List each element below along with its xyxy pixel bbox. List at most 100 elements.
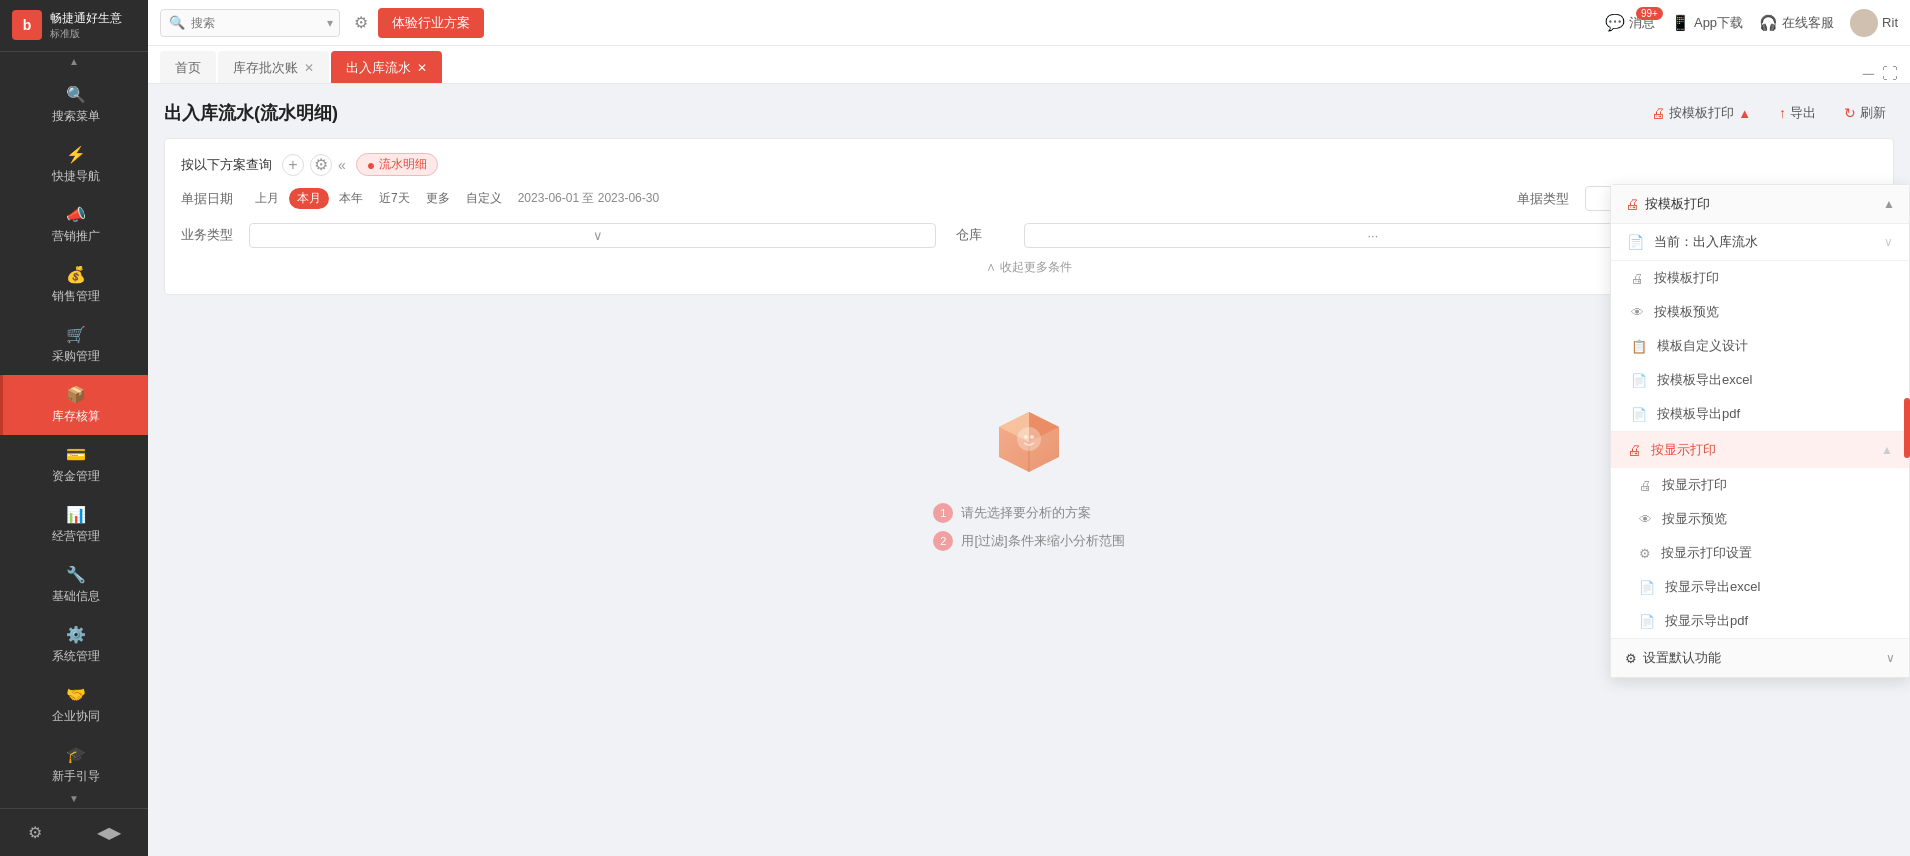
template-preview-label: 按模板预览 [1654, 303, 1719, 321]
online-service-label: 在线客服 [1782, 14, 1834, 32]
dropdown-template-excel[interactable]: 📄 按模板导出excel [1611, 363, 1909, 397]
topbar-gear-icon[interactable]: ⚙ [354, 13, 368, 32]
date-btn-last-month[interactable]: 上月 [249, 188, 285, 209]
sidebar-item-purchase[interactable]: 🛒 采购管理 [0, 315, 148, 375]
display-print-icon: 🖨 [1639, 478, 1652, 493]
sidebar-item-quick-nav[interactable]: ⚡ 快捷导航 [0, 135, 148, 195]
user-profile-button[interactable]: Rit [1850, 9, 1898, 37]
finance-icon: 💳 [66, 445, 86, 464]
date-btn-custom[interactable]: 自定义 [460, 188, 508, 209]
sidebar-item-inventory[interactable]: 📦 库存核算 [0, 375, 148, 435]
tab-expand-icon[interactable]: ⛶ [1882, 65, 1898, 83]
empty-tip-2: 2 用[过滤]条件来缩小分析范围 [933, 531, 1124, 551]
sidebar-item-basic[interactable]: 🔧 基础信息 [0, 555, 148, 615]
tabs-controls: ─ ⛶ [1863, 65, 1898, 83]
sidebar-item-search[interactable]: 🔍 搜索菜单 [0, 75, 148, 135]
template-print-icon: 🖨 [1631, 271, 1644, 286]
display-settings-label: 按显示打印设置 [1661, 544, 1752, 562]
dropdown-display-print-settings[interactable]: ⚙ 按显示打印设置 [1619, 536, 1909, 570]
warehouse-select[interactable]: ··· [1024, 223, 1711, 248]
topbar-right: 💬 消息 99+ 📱 App下载 🎧 在线客服 Rit [1605, 9, 1898, 37]
current-item-label: 当前：出入库流水 [1654, 233, 1758, 251]
sidebar-item-sales[interactable]: 💰 销售管理 [0, 255, 148, 315]
display-excel-label: 按显示导出excel [1665, 578, 1760, 596]
template-excel-label: 按模板导出excel [1657, 371, 1752, 389]
refresh-button[interactable]: ↻ 刷新 [1836, 100, 1894, 126]
template-custom-label: 模板自定义设计 [1657, 337, 1748, 355]
svg-point-4 [1017, 427, 1041, 451]
search-input[interactable] [191, 16, 321, 30]
filter-collapse-icon[interactable]: « [338, 157, 346, 173]
tab-batch-account[interactable]: 库存批次账 ✕ [218, 51, 329, 83]
business-type-select[interactable]: ∨ [249, 223, 936, 248]
print-template-button[interactable]: 🖨 按模板打印 ▲ [1643, 100, 1759, 126]
warehouse-label: 仓库 [956, 226, 1016, 244]
dropdown-display-print[interactable]: 🖨 按显示打印 [1619, 468, 1909, 502]
online-service-button[interactable]: 🎧 在线客服 [1759, 14, 1834, 32]
topbar-search-box[interactable]: 🔍 ▾ [160, 9, 340, 37]
filter-title: 按以下方案查询 [181, 156, 272, 174]
sidebar-collapse-button[interactable]: ◀▶ [93, 819, 125, 846]
export-label: 导出 [1790, 104, 1816, 122]
settings-icon: ⚙ [314, 155, 328, 174]
sidebar-item-label: 系统管理 [52, 648, 100, 665]
tab-home[interactable]: 首页 [160, 51, 216, 83]
page-title-bar: 出入库流水(流水明细) 🖨 按模板打印 ▲ ↑ 导出 ↻ 刷新 [164, 100, 1894, 126]
sidebar-item-operations[interactable]: 📊 经营管理 [0, 495, 148, 555]
date-filter-field: 单据日期 上月 本月 本年 近7天 更多 自定义 2023-06-01 至 20… [181, 188, 1497, 209]
export-button[interactable]: ↑ 导出 [1771, 100, 1824, 126]
filter-tag-label: 流水明细 [379, 156, 427, 173]
sidebar-item-label: 采购管理 [52, 348, 100, 365]
message-badge: 99+ [1636, 7, 1663, 20]
sidebar-item-marketing[interactable]: 📣 营销推广 [0, 195, 148, 255]
sidebar-item-system[interactable]: ⚙️ 系统管理 [0, 615, 148, 675]
tab-flow-close[interactable]: ✕ [417, 61, 427, 75]
sidebar-settings-button[interactable]: ⚙ [24, 819, 46, 846]
date-btn-this-month[interactable]: 本月 [289, 188, 329, 209]
dropdown-template-print[interactable]: 🖨 按模板打印 [1611, 261, 1909, 295]
tab-batch-account-close[interactable]: ✕ [304, 61, 314, 75]
business-type-label: 业务类型 [181, 226, 241, 244]
dropdown-current-item[interactable]: 📄 当前：出入库流水 ∨ [1611, 224, 1909, 260]
dropdown-display-excel[interactable]: 📄 按显示导出excel [1619, 570, 1909, 604]
app-download-label: App下载 [1694, 14, 1743, 32]
search-dropdown-arrow[interactable]: ▾ [327, 16, 333, 30]
dropdown-display-preview[interactable]: 👁 按显示预览 [1619, 502, 1909, 536]
sidebar-item-enterprise[interactable]: 🤝 企业协同 [0, 675, 148, 735]
page-title: 出入库流水(流水明细) [164, 101, 338, 125]
sidebar-item-guide[interactable]: 🎓 新手引导 [0, 735, 148, 789]
guide-icon: 🎓 [66, 745, 86, 764]
sidebar-item-finance[interactable]: 💳 资金管理 [0, 435, 148, 495]
purchase-icon: 🛒 [66, 325, 86, 344]
date-btn-this-year[interactable]: 本年 [333, 188, 369, 209]
date-btn-7days[interactable]: 近7天 [373, 188, 416, 209]
print-arrow-up-icon: ▲ [1738, 106, 1751, 121]
dropdown-template-section: 🖨 按模板打印 👁 按模板预览 📋 模板自定义设计 📄 按模板导出excel 📄 [1611, 261, 1909, 432]
date-range-display: 2023-06-01 至 2023-06-30 [518, 190, 659, 207]
filter-settings-button[interactable]: ⚙ [310, 154, 332, 176]
sidebar-scroll-up[interactable]: ▲ [0, 52, 148, 71]
dropdown-display-header[interactable]: 🖨 按显示打印 ▲ [1611, 432, 1909, 468]
business-type-arrow: ∨ [593, 228, 926, 243]
dropdown-template-preview[interactable]: 👁 按模板预览 [1611, 295, 1909, 329]
message-button[interactable]: 💬 消息 99+ [1605, 13, 1655, 32]
dropdown-template-pdf[interactable]: 📄 按模板导出pdf [1611, 397, 1909, 431]
svg-point-6 [1030, 435, 1034, 439]
app-download-button[interactable]: 📱 App下载 [1671, 14, 1743, 32]
dropdown-footer[interactable]: ⚙ 设置默认功能 ∨ [1611, 639, 1909, 677]
display-preview-label: 按显示预览 [1662, 510, 1727, 528]
footer-arrow: ∨ [1886, 651, 1895, 665]
sidebar-scroll-down[interactable]: ▼ [0, 789, 148, 808]
tab-flow[interactable]: 出入库流水 ✕ [331, 51, 442, 83]
inventory-icon: 📦 [66, 385, 86, 404]
right-scroll-handle[interactable] [1904, 398, 1910, 458]
tip-num-1: 1 [933, 503, 953, 523]
dropdown-header-arrow[interactable]: ▲ [1883, 197, 1895, 211]
filter-add-button[interactable]: + [282, 154, 304, 176]
dropdown-template-custom[interactable]: 📋 模板自定义设计 [1611, 329, 1909, 363]
trial-industry-button[interactable]: 体验行业方案 [378, 8, 484, 38]
tab-minimize-icon[interactable]: ─ [1863, 65, 1874, 83]
dropdown-display-pdf[interactable]: 📄 按显示导出pdf [1619, 604, 1909, 638]
dropdown-display-section: 🖨 按显示打印 ▲ 🖨 按显示打印 👁 按显示预览 ⚙ 按显示打 [1611, 432, 1909, 639]
date-btn-more[interactable]: 更多 [420, 188, 456, 209]
